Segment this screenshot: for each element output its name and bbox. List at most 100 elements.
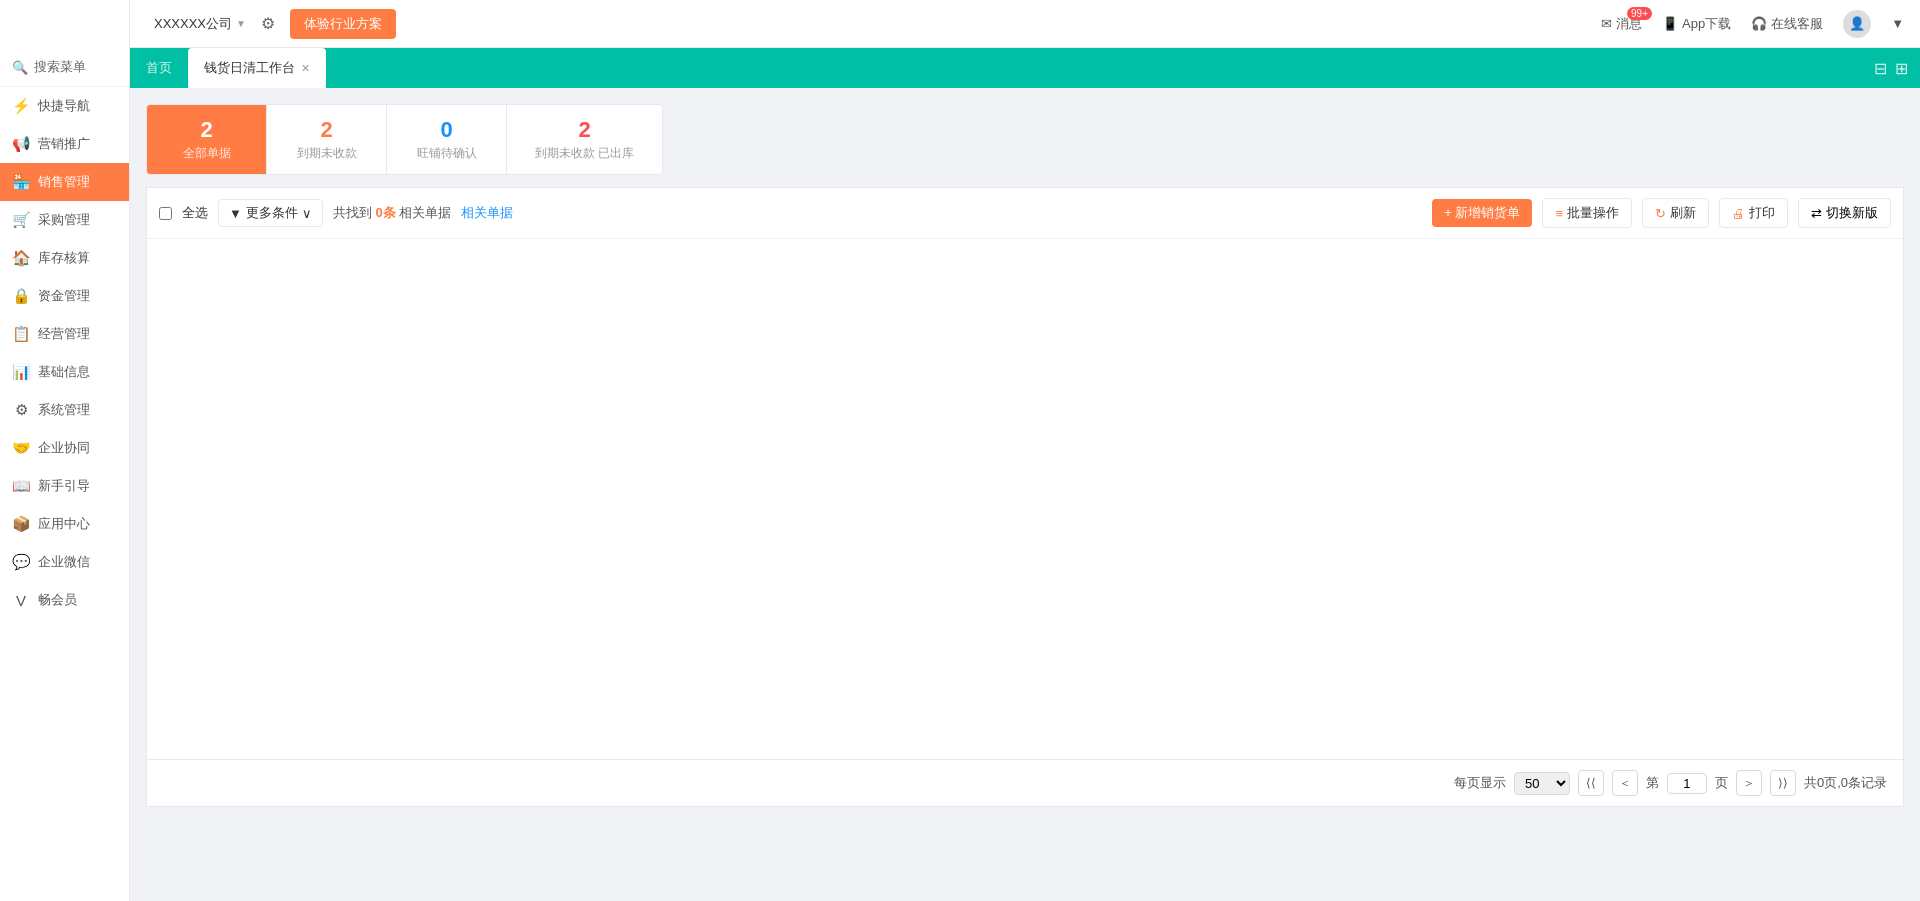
- avatar[interactable]: 👤: [1843, 10, 1871, 38]
- sidebar-item-marketing[interactable]: 📢 营销推广: [0, 125, 129, 163]
- stats-tab-all[interactable]: 2 全部单据: [147, 105, 267, 174]
- sidebar-item-label: 库存核算: [38, 249, 90, 267]
- experience-button[interactable]: 体验行业方案: [290, 9, 396, 39]
- tab-home[interactable]: 首页: [130, 48, 188, 88]
- found-count: 0条: [376, 205, 396, 220]
- maximize-icon[interactable]: ⊞: [1895, 59, 1908, 78]
- sidebar-item-app-center[interactable]: 📦 应用中心: [0, 505, 129, 543]
- filter-label: 更多条件: [246, 204, 298, 222]
- stats-tab-shipped[interactable]: 2 到期未收款 已出库: [507, 105, 662, 174]
- sidebar-item-wechat[interactable]: 💬 企业微信: [0, 543, 129, 581]
- online-service-button[interactable]: 🎧 在线客服: [1751, 15, 1823, 33]
- refresh-label: 刷新: [1670, 204, 1696, 222]
- sidebar-item-label: 营销推广: [38, 135, 90, 153]
- table-container: 全选 ▼ 更多条件 ∨ 共找到 0条 相关单据 相关单据 + 新增销货单 ≡ 批…: [146, 187, 1904, 807]
- print-label: 打印: [1749, 204, 1775, 222]
- sidebar-item-member[interactable]: V 畅会员: [0, 581, 129, 619]
- headset-icon: 🎧: [1751, 16, 1767, 31]
- toolbar: 全选 ▼ 更多条件 ∨ 共找到 0条 相关单据 相关单据 + 新增销货单 ≡ 批…: [147, 188, 1903, 239]
- sales-icon: 🏪: [12, 173, 30, 191]
- total-label: 共0页,0条记录: [1804, 774, 1887, 792]
- app-download-button[interactable]: 📱 App下载: [1662, 15, 1731, 33]
- stats-label-all: 全部单据: [175, 145, 238, 162]
- purchase-icon: 🛒: [12, 211, 30, 229]
- stats-num-pending: 0: [415, 117, 478, 143]
- toolbar-left: 全选 ▼ 更多条件 ∨ 共找到 0条 相关单据 相关单据: [159, 199, 1420, 227]
- toolbar-right: + 新增销货单 ≡ 批量操作 ↻ 刷新 🖨 打印 ⇄ 切换新版: [1432, 198, 1891, 228]
- last-page-button[interactable]: ⟩⟩: [1770, 770, 1796, 796]
- message-button[interactable]: ✉ 消息 99+: [1601, 15, 1642, 33]
- next-page-button[interactable]: ＞: [1736, 770, 1762, 796]
- sidebar-item-label: 基础信息: [38, 363, 90, 381]
- sidebar-item-label: 系统管理: [38, 401, 90, 419]
- switch-icon: ⇄: [1811, 206, 1822, 221]
- sidebar-item-label: 资金管理: [38, 287, 90, 305]
- sidebar-item-label: 企业微信: [38, 553, 90, 571]
- top-right-actions: ✉ 消息 99+ 📱 App下载 🎧 在线客服 👤 ▼: [1601, 10, 1904, 38]
- batch-label: 批量操作: [1567, 204, 1619, 222]
- top-bar: 6 畅捷通好生意 标准版 XXXXXX公司 ▼ ⚙ 体验行业方案 ✉ 消息 99…: [0, 0, 1920, 48]
- switch-label: 切换新版: [1826, 204, 1878, 222]
- gear-icon: ⚙: [261, 14, 275, 33]
- batch-button[interactable]: ≡ 批量操作: [1542, 198, 1632, 228]
- sidebar-item-quick-nav[interactable]: ⚡ 快捷导航: [0, 87, 129, 125]
- settings-button[interactable]: ⚙: [254, 10, 282, 38]
- page-input[interactable]: [1667, 773, 1707, 794]
- first-page-button[interactable]: ⟨⟨: [1578, 770, 1604, 796]
- guide-icon: 📖: [12, 477, 30, 495]
- per-page-select[interactable]: 50 10 20 100: [1514, 772, 1570, 795]
- tab-workbench-label: 钱货日清工作台: [204, 59, 295, 77]
- stats-tabs: 2 全部单据 2 到期未收款 0 旺铺待确认 2 到期未收款 已出库: [146, 104, 663, 175]
- found-prefix: 共找到: [333, 205, 372, 220]
- sidebar-item-purchase[interactable]: 🛒 采购管理: [0, 201, 129, 239]
- minimize-icon[interactable]: ⊟: [1874, 59, 1887, 78]
- cooperation-icon: 🤝: [12, 439, 30, 457]
- prev-page-button[interactable]: ＜: [1612, 770, 1638, 796]
- filter-button[interactable]: ▼ 更多条件 ∨: [218, 199, 323, 227]
- stats-tab-overdue[interactable]: 2 到期未收款: [267, 105, 387, 174]
- sidebar-item-sales[interactable]: 🏪 销售管理: [0, 163, 129, 201]
- select-all-checkbox[interactable]: [159, 207, 172, 220]
- message-badge: 99+: [1627, 7, 1652, 20]
- user-name[interactable]: ▼: [1891, 16, 1904, 31]
- add-button[interactable]: + 新增销货单: [1432, 199, 1532, 227]
- search-icon: 🔍: [12, 60, 28, 75]
- member-icon: V: [12, 592, 30, 609]
- wechat-icon: 💬: [12, 553, 30, 571]
- stats-label-shipped: 到期未收款 已出库: [535, 145, 634, 162]
- stats-num-overdue: 2: [295, 117, 358, 143]
- tab-close-icon[interactable]: ✕: [301, 62, 310, 75]
- tab-home-label: 首页: [146, 59, 172, 77]
- chevron-icon: ∨: [302, 206, 312, 221]
- page-label: 第: [1646, 774, 1659, 792]
- sidebar-item-finance[interactable]: 🔒 资金管理: [0, 277, 129, 315]
- switch-version-button[interactable]: ⇄ 切换新版: [1798, 198, 1891, 228]
- sidebar-item-operation[interactable]: 📋 经营管理: [0, 315, 129, 353]
- pagination-bar: 每页显示 50 10 20 100 ⟨⟨ ＜ 第 页 ＞ ⟩⟩ 共0页,0条记录: [147, 759, 1903, 806]
- sidebar-item-system[interactable]: ⚙ 系统管理: [0, 391, 129, 429]
- sidebar-search[interactable]: 🔍 搜索菜单: [0, 48, 129, 87]
- user-icon: 👤: [1849, 16, 1865, 31]
- nav-tabs-actions: ⊟ ⊞: [1874, 59, 1920, 78]
- marketing-icon: 📢: [12, 135, 30, 153]
- company-selector[interactable]: XXXXXX公司 ▼: [154, 15, 246, 33]
- stats-label-overdue: 到期未收款: [295, 145, 358, 162]
- sidebar-item-inventory[interactable]: 🏠 库存核算: [0, 239, 129, 277]
- sidebar-item-label: 销售管理: [38, 173, 90, 191]
- found-suffix: 相关单据: [399, 205, 451, 220]
- stats-tab-pending[interactable]: 0 旺铺待确认: [387, 105, 507, 174]
- online-service-label: 在线客服: [1771, 15, 1823, 33]
- sidebar-item-guide[interactable]: 📖 新手引导: [0, 467, 129, 505]
- sidebar-item-label: 采购管理: [38, 211, 90, 229]
- system-icon: ⚙: [12, 401, 30, 419]
- batch-icon: ≡: [1555, 206, 1563, 221]
- operation-icon: 📋: [12, 325, 30, 343]
- sidebar-item-basic-info[interactable]: 📊 基础信息: [0, 353, 129, 391]
- refresh-button[interactable]: ↻ 刷新: [1642, 198, 1709, 228]
- stats-label-pending: 旺铺待确认: [415, 145, 478, 162]
- sidebar-item-cooperation[interactable]: 🤝 企业协同: [0, 429, 129, 467]
- tab-workbench[interactable]: 钱货日清工作台 ✕: [188, 48, 326, 88]
- print-button[interactable]: 🖨 打印: [1719, 198, 1788, 228]
- print-icon: 🖨: [1732, 206, 1745, 221]
- related-link[interactable]: 相关单据: [461, 204, 513, 222]
